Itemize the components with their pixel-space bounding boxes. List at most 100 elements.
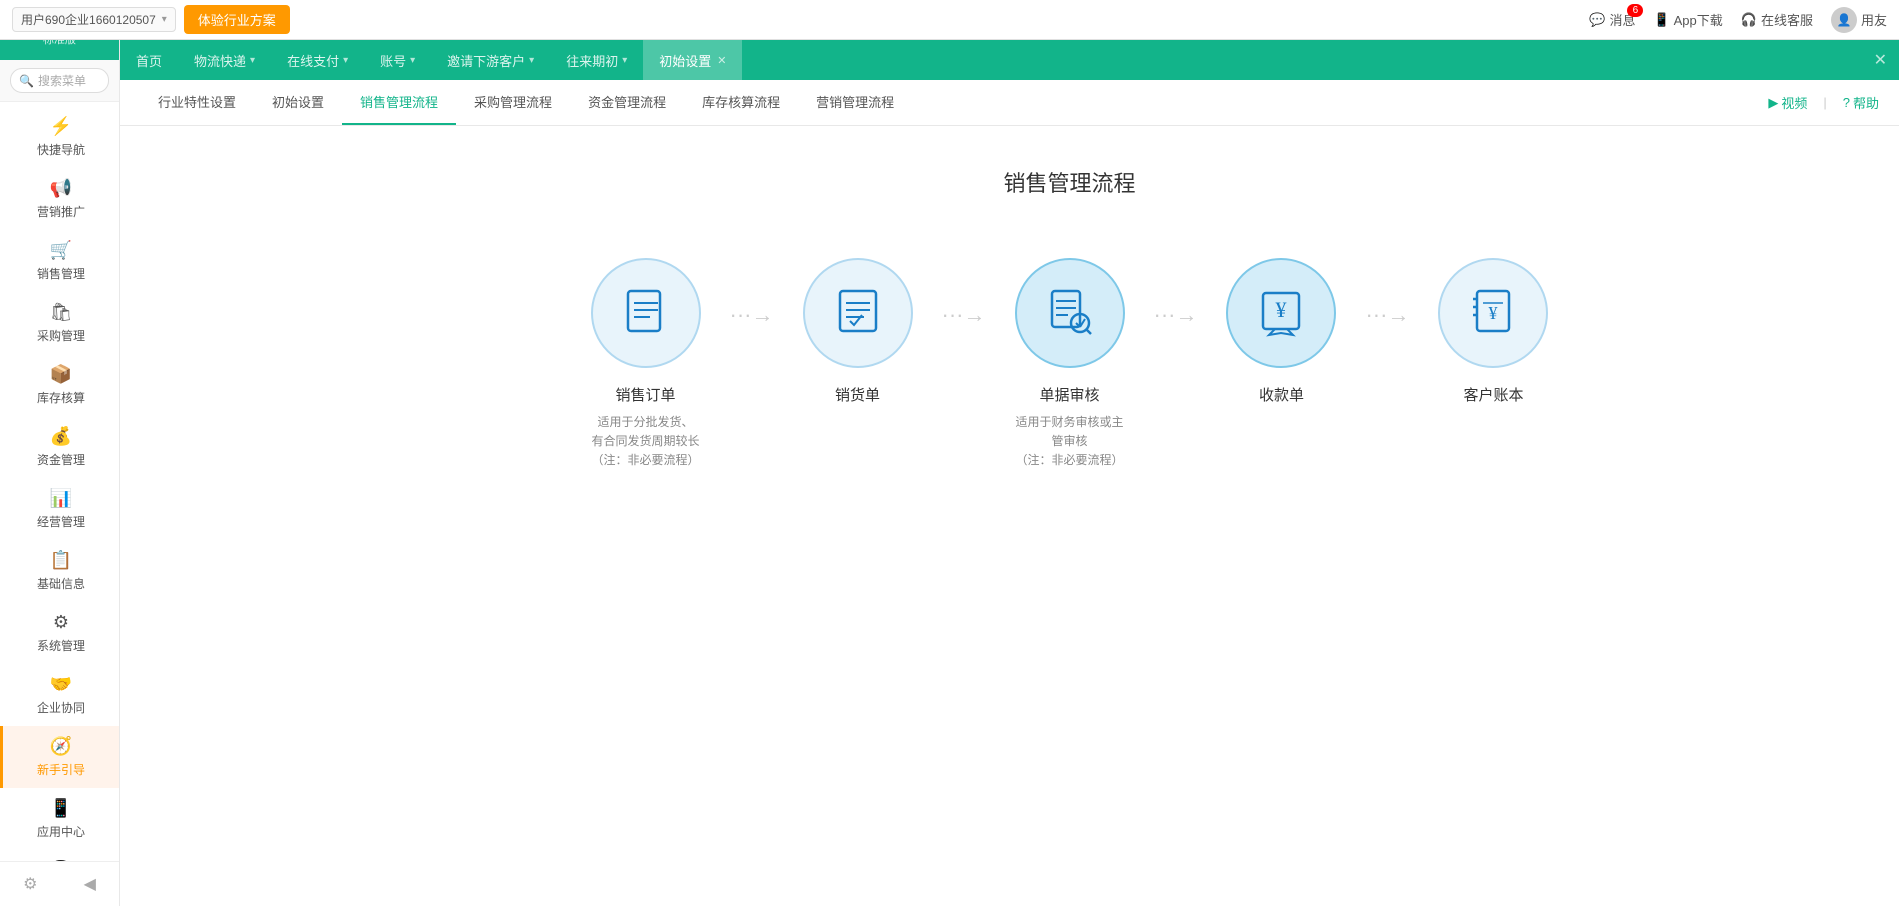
account-book-circle[interactable]: ¥ [1438,258,1548,368]
sub-tab-inventory-flow[interactable]: 库存核算流程 [684,80,798,125]
operation-icon: 📊 [50,488,72,509]
video-button[interactable]: ▶ 视频 [1768,93,1807,112]
svg-text:¥: ¥ [1489,303,1498,323]
sidebar-item-marketing[interactable]: 📢 营销推广 [0,168,119,230]
chevron-down-icon: ▾ [343,55,348,66]
sidebar-item-inventory-label: 库存核算 [37,389,85,406]
sidebar-item-guide[interactable]: 🧭 新手引导 [0,726,119,788]
chevron-down-icon: ▾ [622,55,627,66]
sidebar-item-purchase[interactable]: 🛍 采购管理 [0,292,119,354]
help-button[interactable]: ? 帮助 [1843,93,1879,112]
flow-content: 销售管理流程 销售订单 适用于分批发货、有合同发货周期较长（注：非必要流程） ·… [120,126,1899,511]
main-nav: 首页 物流快递 ▾ 在线支付 ▾ 账号 ▾ 邀请下游客户 ▾ 往来期初 ▾ 初始… [120,40,1899,80]
flow-title: 销售管理流程 [280,166,1859,198]
nav-tab-logistics[interactable]: 物流快递 ▾ [178,40,271,80]
sidebar-item-quick[interactable]: ⚡ 快捷导航 [0,106,119,168]
sidebar-nav: ⚡ 快捷导航 📢 营销推广 🛒 销售管理 🛍 采购管理 📦 库存核算 💰 资金管… [0,102,119,861]
sidebar-settings-button[interactable]: ⚙ [15,870,45,898]
user-selector[interactable]: 用户690企业1660120507 ▾ [12,7,176,32]
top-bar-right: 💬 消息 6 📱 App下载 🎧 在线客服 👤 用友 [1589,7,1887,33]
sub-tab-purchase-flow-label: 采购管理流程 [474,95,552,110]
nav-tab-payment-label: 在线支付 [287,51,339,70]
sidebar: 畅捷通好生意 标准版 🔍 搜索菜单 ⚡ 快捷导航 📢 营销推广 🛒 销售管理 🛍… [0,0,120,906]
nav-tab-period[interactable]: 往来期初 ▾ [550,40,643,80]
sidebar-item-collab[interactable]: 🤝 企业协同 [0,664,119,726]
nav-tab-home[interactable]: 首页 [120,40,178,80]
search-input[interactable]: 🔍 搜索菜单 [10,68,109,93]
sidebar-item-wechat[interactable]: 💬 企业微信 [0,850,119,861]
nav-tab-invite[interactable]: 邀请下游客户 ▾ [431,40,550,80]
appcenter-icon: 📱 [50,798,72,819]
main-nav-close-button[interactable]: ✕ [1862,40,1899,80]
help-label: 帮助 [1853,93,1879,112]
sidebar-item-basic-label: 基础信息 [37,575,85,592]
headset-icon: 🎧 [1741,12,1757,28]
nav-tab-period-label: 往来期初 [566,51,618,70]
nav-tab-payment[interactable]: 在线支付 ▾ [271,40,364,80]
video-label: 视频 [1781,93,1807,112]
content-area: 行业特性设置 初始设置 销售管理流程 采购管理流程 资金管理流程 库存核算流程 … [120,80,1899,906]
app-download-button[interactable]: 📱 App下载 [1653,10,1722,29]
sidebar-item-sales[interactable]: 🛒 销售管理 [0,230,119,292]
sidebar-item-system[interactable]: ⚙ 系统管理 [0,602,119,664]
help-icon: ? [1843,95,1850,110]
experience-button[interactable]: 体验行业方案 [184,5,290,34]
search-placeholder: 搜索菜单 [38,72,86,89]
sub-tab-purchase-flow[interactable]: 采购管理流程 [456,80,570,125]
sidebar-item-basic[interactable]: 📋 基础信息 [0,540,119,602]
sidebar-item-appcenter[interactable]: 📱 应用中心 [0,788,119,850]
nav-tab-account[interactable]: 账号 ▾ [364,40,431,80]
receipt-title: 收款单 [1259,384,1304,405]
sub-tab-industry[interactable]: 行业特性设置 [140,80,254,125]
sub-tab-marketing-flow[interactable]: 营销管理流程 [798,80,912,125]
video-icon: ▶ [1768,95,1778,111]
account-book-title: 客户账本 [1463,384,1523,405]
close-icon[interactable]: ✕ [717,54,726,67]
app-icon: 📱 [1653,12,1669,28]
sales-order-circle[interactable] [591,258,701,368]
sub-tab-finance-flow[interactable]: 资金管理流程 [570,80,684,125]
flow-arrow-1: ···→ [730,258,774,328]
sales-order-desc: 适用于分批发货、有合同发货周期较长（注：非必要流程） [592,413,700,471]
flow-step-audit: 单据审核 适用于财务审核或主管审核（注：非必要流程） [990,258,1150,471]
flow-step-account-book: ¥ 客户账本 [1413,258,1573,413]
chevron-down-icon: ▾ [410,55,415,66]
sidebar-item-operation[interactable]: 📊 经营管理 [0,478,119,540]
sub-tab-initial[interactable]: 初始设置 [254,80,342,125]
top-bar-left: 用户690企业1660120507 ▾ 体验行业方案 [12,5,290,34]
audit-circle[interactable] [1015,258,1125,368]
chevron-down-icon: ▾ [529,55,534,66]
search-icon: 🔍 [19,74,34,88]
guide-icon: 🧭 [50,736,72,757]
finance-icon: 💰 [50,426,72,447]
sidebar-item-marketing-label: 营销推广 [37,203,85,220]
nav-tab-home-label: 首页 [136,51,162,70]
flow-arrow-3: ···→ [1154,258,1198,328]
flow-diagram: 销售订单 适用于分批发货、有合同发货周期较长（注：非必要流程） ···→ [280,258,1859,471]
user-profile-button[interactable]: 👤 用友 [1831,7,1887,33]
sidebar-item-inventory[interactable]: 📦 库存核算 [0,354,119,416]
nav-tab-invite-label: 邀请下游客户 [447,51,525,70]
sub-tab-industry-label: 行业特性设置 [158,95,236,110]
app-label: App下载 [1674,10,1723,29]
sidebar-item-finance-label: 资金管理 [37,451,85,468]
user-name-label: 用友 [1861,10,1887,29]
sidebar-collapse-button[interactable]: ◀ [76,870,104,898]
marketing-icon: 📢 [50,178,72,199]
nav-tab-init[interactable]: 初始设置 ✕ [643,40,742,80]
receipt-circle[interactable]: ¥ [1226,258,1336,368]
audit-desc: 适用于财务审核或主管审核（注：非必要流程） [1015,413,1123,471]
sub-tab-sales-flow[interactable]: 销售管理流程 [342,80,456,125]
message-icon: 💬 [1589,12,1605,28]
sidebar-search-area[interactable]: 🔍 搜索菜单 [0,60,119,102]
sales-order-title: 销售订单 [616,384,676,405]
close-icon: ✕ [1874,50,1887,70]
sales-invoice-circle[interactable] [803,258,913,368]
audit-title: 单据审核 [1039,384,1099,405]
online-service-button[interactable]: 🎧 在线客服 [1741,10,1813,29]
avatar: 👤 [1831,7,1857,33]
user-selector-label: 用户690企业1660120507 [21,11,156,28]
chevron-down-icon: ▾ [250,55,255,66]
message-button[interactable]: 💬 消息 6 [1589,10,1635,29]
sidebar-item-finance[interactable]: 💰 资金管理 [0,416,119,478]
